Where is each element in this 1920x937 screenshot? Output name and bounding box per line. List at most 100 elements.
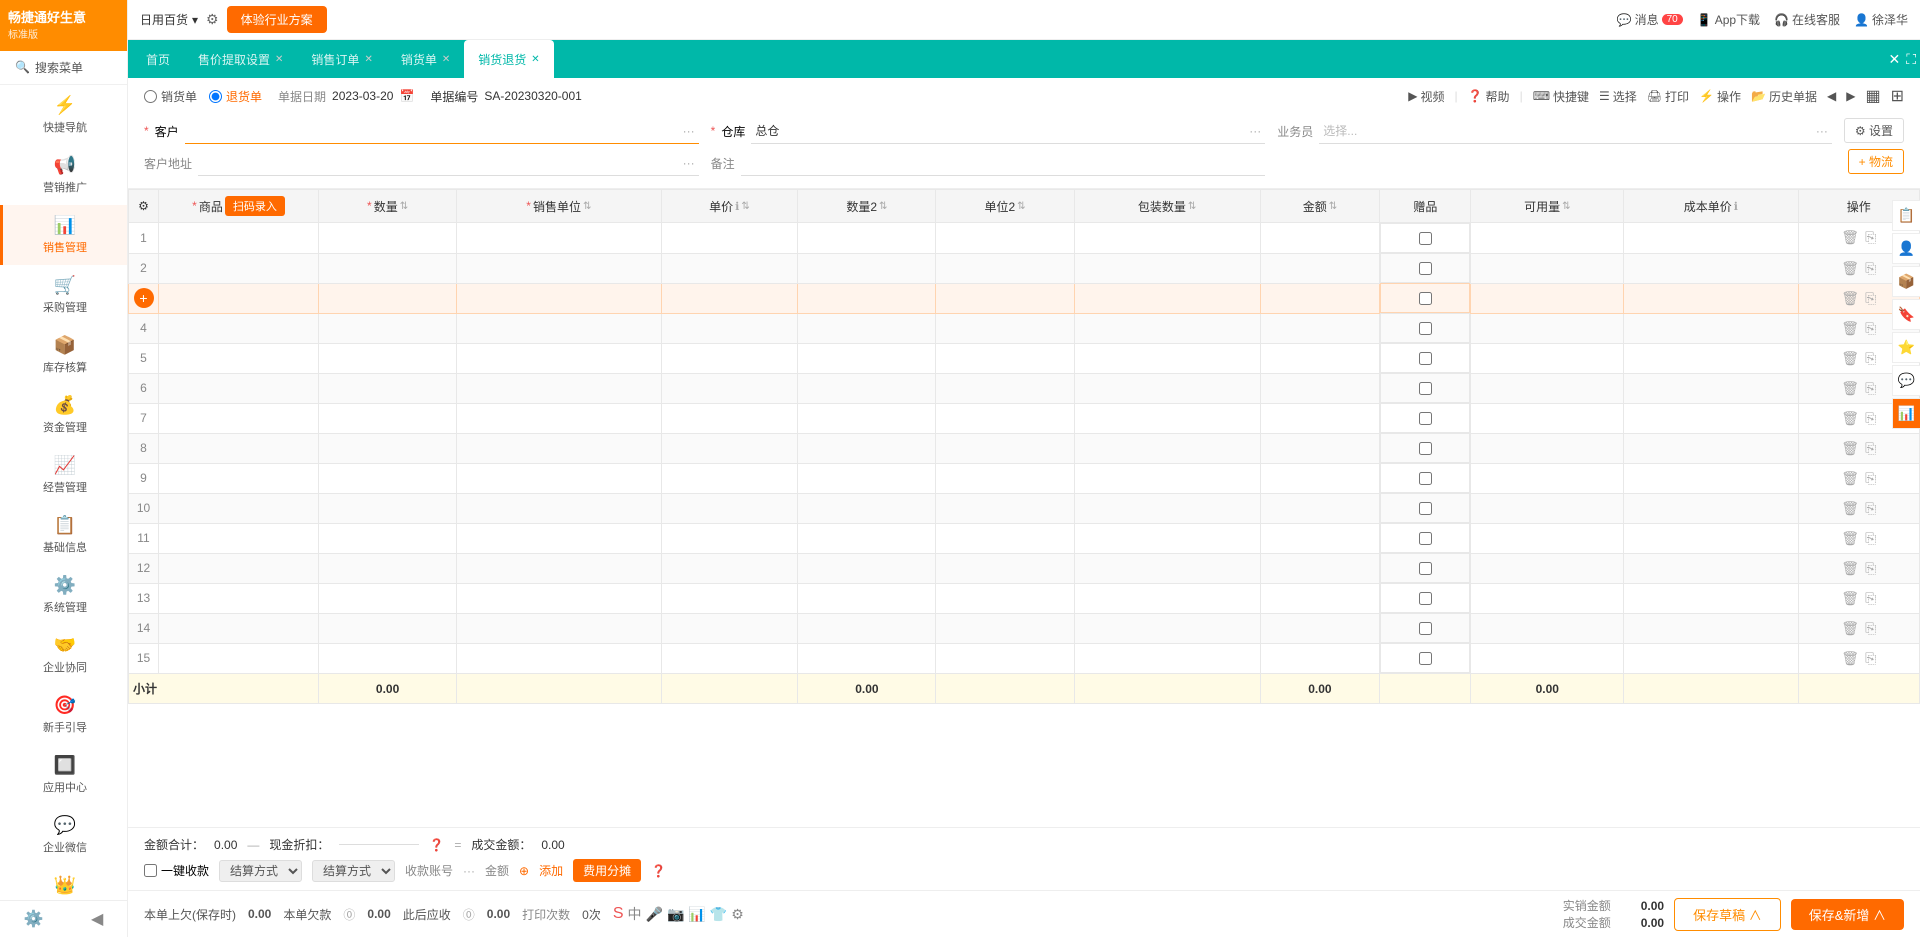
- delete-row-btn[interactable]: 🗑: [1841, 560, 1859, 577]
- save-new-btn[interactable]: 保存&新增 ∧: [1791, 899, 1904, 930]
- copy-row-btn[interactable]: ⎘: [1865, 590, 1876, 607]
- available-cell[interactable]: [1471, 463, 1624, 493]
- topbar-gear-icon[interactable]: ⚙: [206, 11, 219, 28]
- gift-checkbox[interactable]: [1419, 562, 1432, 575]
- gift-cell[interactable]: [1380, 403, 1470, 433]
- qty2-cell[interactable]: [798, 583, 936, 613]
- amount-cell[interactable]: [1260, 583, 1380, 613]
- pack-qty-cell[interactable]: [1074, 523, 1260, 553]
- gift-cell[interactable]: [1380, 373, 1470, 403]
- video-action[interactable]: ▶ 视频: [1408, 88, 1444, 105]
- tool-icon-3[interactable]: 🎤: [646, 906, 663, 923]
- sales-unit-cell[interactable]: [457, 613, 661, 643]
- gift-cell[interactable]: [1380, 553, 1470, 583]
- copy-row-btn[interactable]: ⎘: [1865, 350, 1876, 367]
- amount-cell[interactable]: [1260, 403, 1380, 433]
- sidebar-item-ops-mgmt[interactable]: 📈 经营管理: [0, 445, 127, 505]
- delete-row-btn[interactable]: 🗑: [1841, 320, 1859, 337]
- message-item[interactable]: 💬 消息 70: [1617, 11, 1683, 28]
- qty2-cell[interactable]: [798, 613, 936, 643]
- delete-row-btn[interactable]: 🗑: [1841, 229, 1859, 246]
- unit2-cell[interactable]: [936, 343, 1074, 373]
- qty2-cell[interactable]: [798, 463, 936, 493]
- sidebar-item-basic-info[interactable]: 📋 基础信息: [0, 505, 127, 565]
- copy-row-btn[interactable]: ⎘: [1865, 260, 1876, 277]
- qty-cell[interactable]: [319, 583, 457, 613]
- tab-home[interactable]: 首页: [132, 40, 184, 78]
- salesperson-input[interactable]: 选择... ···: [1319, 118, 1832, 144]
- copy-row-btn[interactable]: ⎘: [1865, 620, 1876, 637]
- warehouse-input[interactable]: 总仓 ···: [751, 118, 1265, 144]
- goods-cell[interactable]: [159, 373, 319, 403]
- qty2-cell[interactable]: [798, 283, 936, 313]
- goods-cell[interactable]: [159, 643, 319, 674]
- qty-cell[interactable]: [319, 343, 457, 373]
- qty-cell[interactable]: [319, 373, 457, 403]
- logistics-button[interactable]: + 物流: [1848, 149, 1904, 174]
- unit2-cell[interactable]: [936, 433, 1074, 463]
- gift-cell[interactable]: [1380, 523, 1470, 553]
- tool-icon-4[interactable]: 📷: [667, 906, 684, 923]
- amount-cell[interactable]: [1260, 523, 1380, 553]
- unit2-cell[interactable]: [936, 403, 1074, 433]
- settlement-select[interactable]: 结算方式: [219, 860, 302, 882]
- delete-row-btn[interactable]: 🗑: [1841, 530, 1859, 547]
- available-cell[interactable]: [1471, 403, 1624, 433]
- copy-row-btn[interactable]: ⎘: [1865, 650, 1876, 667]
- qty-cell[interactable]: [319, 463, 457, 493]
- select-action[interactable]: ☰ 选择: [1599, 88, 1637, 105]
- pack-qty-cell[interactable]: [1074, 283, 1260, 313]
- qty2-cell[interactable]: [798, 643, 936, 674]
- amount-cell[interactable]: [1260, 493, 1380, 523]
- available-cell[interactable]: [1471, 613, 1624, 643]
- tab-sales-delivery-close[interactable]: ✕: [442, 54, 450, 65]
- right-icon-1[interactable]: 📋: [1892, 200, 1920, 231]
- delete-row-btn[interactable]: 🗑: [1841, 440, 1859, 457]
- online-service-item[interactable]: 🎧 在线客服: [1774, 11, 1840, 28]
- sidebar-item-purchase-mgmt[interactable]: 🛒 采购管理: [0, 265, 127, 325]
- copy-row-btn[interactable]: ⎘: [1865, 530, 1876, 547]
- sales-unit-cell[interactable]: [457, 343, 661, 373]
- unit-price-cell[interactable]: [661, 313, 798, 343]
- gift-checkbox[interactable]: [1419, 352, 1432, 365]
- available-cell[interactable]: [1471, 313, 1624, 343]
- cost-price-cell[interactable]: [1624, 463, 1798, 493]
- amount-cell[interactable]: [1260, 223, 1380, 254]
- sidebar-item-new-user-guide[interactable]: 🎯 新手引导: [0, 685, 127, 745]
- cost-price-cell[interactable]: [1624, 553, 1798, 583]
- amount-cell[interactable]: [1260, 463, 1380, 493]
- unit-price-cell[interactable]: [661, 583, 798, 613]
- qty2-cell[interactable]: [798, 343, 936, 373]
- sales-unit-cell[interactable]: [457, 583, 661, 613]
- settings-bottom-icon[interactable]: ⚙️: [24, 909, 44, 929]
- sales-unit-cell[interactable]: [457, 253, 661, 283]
- unit-price-cell[interactable]: [661, 283, 798, 313]
- pack-qty-cell[interactable]: [1074, 343, 1260, 373]
- copy-row-btn[interactable]: ⎘: [1865, 500, 1876, 517]
- prev-icon[interactable]: ◀: [1827, 89, 1836, 103]
- sales-unit-cell[interactable]: [457, 373, 661, 403]
- qty2-cell[interactable]: [798, 553, 936, 583]
- sidebar-item-marketing[interactable]: 📢 营销推广: [0, 145, 127, 205]
- amount-cell[interactable]: [1260, 313, 1380, 343]
- amount-cell[interactable]: [1260, 283, 1380, 313]
- amount-cell[interactable]: [1260, 343, 1380, 373]
- qty2-cell[interactable]: [798, 223, 936, 254]
- pack-qty-cell[interactable]: [1074, 463, 1260, 493]
- unit-price-cell[interactable]: [661, 643, 798, 674]
- unit-price-sort-icon[interactable]: ⇅: [741, 201, 749, 212]
- list-view-icon[interactable]: ▦: [1865, 86, 1880, 106]
- qty-cell[interactable]: [319, 523, 457, 553]
- qty-cell[interactable]: [319, 313, 457, 343]
- goods-cell[interactable]: [159, 223, 319, 254]
- goods-input[interactable]: [163, 291, 314, 305]
- add-label[interactable]: 添加: [539, 862, 563, 879]
- goods-cell[interactable]: [159, 553, 319, 583]
- sidebar-item-sales-mgmt[interactable]: 📊 销售管理: [0, 205, 127, 265]
- available-cell[interactable]: [1471, 223, 1624, 254]
- qty-cell[interactable]: [319, 283, 457, 313]
- help-action[interactable]: ❓ 帮助: [1468, 88, 1510, 105]
- user-item[interactable]: 👤 徐泽华: [1854, 11, 1908, 28]
- gear-icon[interactable]: ⚙: [138, 199, 149, 213]
- radio-sale[interactable]: 销货单: [144, 88, 197, 105]
